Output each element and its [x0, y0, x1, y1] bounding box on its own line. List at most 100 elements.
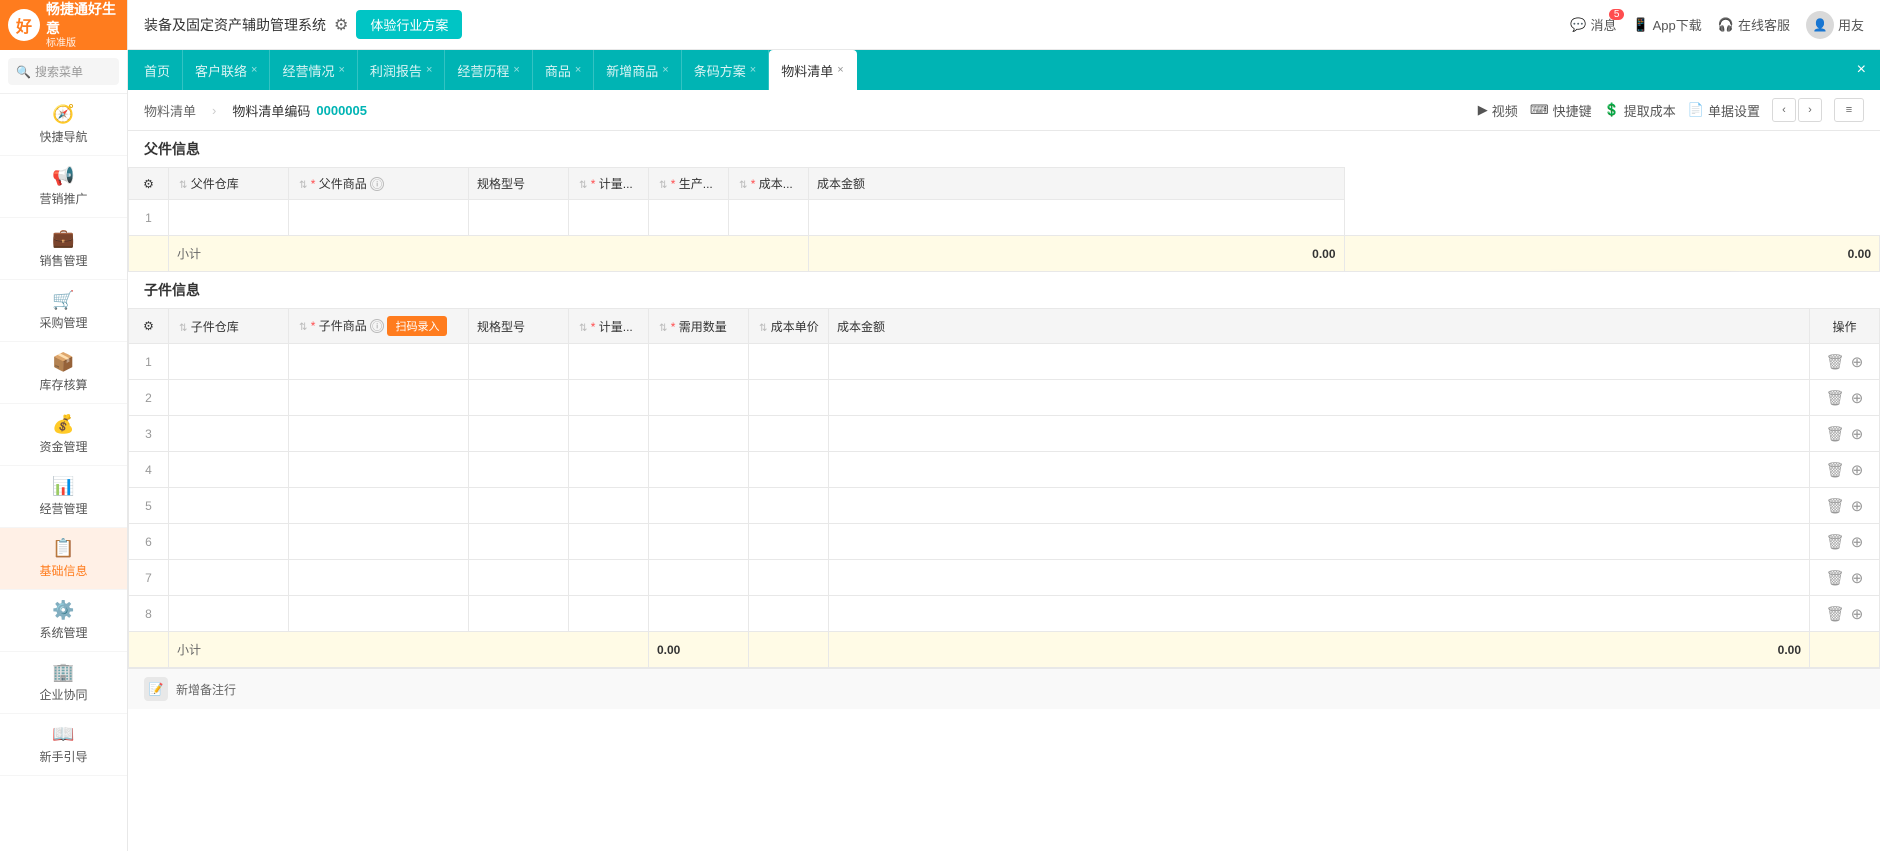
delete-row-icon-2[interactable]: 🗑 [1826, 389, 1845, 407]
list-view-button[interactable]: ≡ [1834, 98, 1864, 122]
delete-row-icon-3[interactable]: 🗑 [1826, 425, 1845, 443]
sidebar-item-inventory[interactable]: 📦 库存核算 [0, 342, 127, 404]
child-unit-cell-5[interactable] [569, 488, 649, 524]
copy-row-icon-7[interactable]: ⊕ [1851, 569, 1864, 587]
child-product-cell-7[interactable] [289, 560, 469, 596]
child-spec-cell-7[interactable] [469, 560, 569, 596]
child-amount-cell-5[interactable] [829, 488, 1810, 524]
tab-barcode[interactable]: 条码方案 × [682, 50, 769, 90]
tab-close-icon[interactable]: × [575, 64, 581, 76]
child-unit-cell-8[interactable] [569, 596, 649, 632]
online-service-button[interactable]: 🎧 在线客服 [1718, 15, 1790, 34]
add-remark-label[interactable]: 新增备注行 [176, 681, 236, 698]
child-warehouse-cell-3[interactable] [169, 416, 289, 452]
child-unit-cell-2[interactable] [569, 380, 649, 416]
child-qty-cell-3[interactable] [649, 416, 749, 452]
child-unitcost-cell-7[interactable] [749, 560, 829, 596]
sidebar-item-marketing[interactable]: 📢 营销推广 [0, 156, 127, 218]
child-warehouse-cell-5[interactable] [169, 488, 289, 524]
child-unitcost-cell-2[interactable] [749, 380, 829, 416]
tab-close-icon[interactable]: × [426, 64, 432, 76]
delete-row-icon-1[interactable]: 🗑 [1826, 353, 1845, 371]
delete-row-icon-7[interactable]: 🗑 [1826, 569, 1845, 587]
sidebar-item-quicknav[interactable]: 🧭 快捷导航 [0, 94, 127, 156]
child-spec-cell-8[interactable] [469, 596, 569, 632]
shortcut-button[interactable]: ⌨ 快捷键 [1530, 101, 1592, 120]
copy-row-icon-2[interactable]: ⊕ [1851, 389, 1864, 407]
child-product-cell-4[interactable] [289, 452, 469, 488]
child-unitcost-cell-5[interactable] [749, 488, 829, 524]
child-product-cell-8[interactable] [289, 596, 469, 632]
child-spec-cell-3[interactable] [469, 416, 569, 452]
sidebar-item-guide[interactable]: 📖 新手引导 [0, 714, 127, 776]
close-all-tabs-button[interactable]: × [1847, 61, 1876, 79]
delete-row-icon-5[interactable]: 🗑 [1826, 497, 1845, 515]
child-warehouse-cell-7[interactable] [169, 560, 289, 596]
parent-spec-cell[interactable] [469, 200, 569, 236]
child-warehouse-cell-8[interactable] [169, 596, 289, 632]
child-unit-cell-1[interactable] [569, 344, 649, 380]
tab-close-icon[interactable]: × [662, 64, 668, 76]
parent-product-cell[interactable] [289, 200, 469, 236]
tab-profit[interactable]: 利润报告 × [358, 50, 445, 90]
child-spec-cell-6[interactable] [469, 524, 569, 560]
child-warehouse-cell-2[interactable] [169, 380, 289, 416]
child-product-cell-3[interactable] [289, 416, 469, 452]
tab-close-icon[interactable]: × [837, 64, 843, 76]
message-button[interactable]: 💬 消息 5 [1570, 15, 1616, 34]
settings-col-icon[interactable]: ⚙ [143, 177, 154, 191]
child-product-cell-6[interactable] [289, 524, 469, 560]
child-qty-cell-8[interactable] [649, 596, 749, 632]
sidebar-item-sales[interactable]: 💼 销售管理 [0, 218, 127, 280]
scan-input-button[interactable]: 扫码录入 [387, 316, 447, 336]
child-unitcost-cell-4[interactable] [749, 452, 829, 488]
child-amount-cell-7[interactable] [829, 560, 1810, 596]
tab-goods[interactable]: 商品 × [533, 50, 594, 90]
child-spec-cell-1[interactable] [469, 344, 569, 380]
child-qty-cell-5[interactable] [649, 488, 749, 524]
tab-history[interactable]: 经营历程 × [445, 50, 532, 90]
parent-prod-cell[interactable] [649, 200, 729, 236]
sidebar-item-finance[interactable]: 💰 资金管理 [0, 404, 127, 466]
tab-customer[interactable]: 客户联络 × [183, 50, 270, 90]
sidebar-item-system[interactable]: ⚙️ 系统管理 [0, 590, 127, 652]
child-product-cell-2[interactable] [289, 380, 469, 416]
delete-row-icon-8[interactable]: 🗑 [1826, 605, 1845, 623]
child-amount-cell-6[interactable] [829, 524, 1810, 560]
copy-row-icon-4[interactable]: ⊕ [1851, 461, 1864, 479]
gear-settings-button[interactable]: ⚙ [334, 15, 348, 35]
prev-record-button[interactable]: ‹ [1772, 98, 1796, 122]
child-unit-cell-7[interactable] [569, 560, 649, 596]
child-qty-cell-6[interactable] [649, 524, 749, 560]
child-qty-cell-2[interactable] [649, 380, 749, 416]
child-spec-cell-5[interactable] [469, 488, 569, 524]
copy-row-icon-6[interactable]: ⊕ [1851, 533, 1864, 551]
extract-cost-button[interactable]: 💲 提取成本 [1604, 101, 1676, 120]
child-spec-cell-2[interactable] [469, 380, 569, 416]
parent-cost-cell[interactable] [729, 200, 809, 236]
child-qty-cell-4[interactable] [649, 452, 749, 488]
tab-close-icon[interactable]: × [338, 64, 344, 76]
copy-row-icon-5[interactable]: ⊕ [1851, 497, 1864, 515]
child-product-cell-1[interactable] [289, 344, 469, 380]
child-amount-cell-3[interactable] [829, 416, 1810, 452]
delete-row-icon-4[interactable]: 🗑 [1826, 461, 1845, 479]
bill-settings-button[interactable]: 📄 单据设置 [1688, 101, 1760, 120]
child-warehouse-cell-4[interactable] [169, 452, 289, 488]
child-qty-cell-1[interactable] [649, 344, 749, 380]
child-unitcost-cell-8[interactable] [749, 596, 829, 632]
child-amount-cell-4[interactable] [829, 452, 1810, 488]
user-avatar[interactable]: 👤 用友 [1806, 11, 1864, 39]
breadcrumb-bom-list[interactable]: 物料清单 [144, 101, 196, 120]
child-unit-cell-3[interactable] [569, 416, 649, 452]
sidebar-item-basic[interactable]: 📋 基础信息 [0, 528, 127, 590]
child-unitcost-cell-3[interactable] [749, 416, 829, 452]
sidebar-item-corp[interactable]: 🏢 企业协同 [0, 652, 127, 714]
copy-row-icon-1[interactable]: ⊕ [1851, 353, 1864, 371]
child-product-cell-5[interactable] [289, 488, 469, 524]
tab-bom[interactable]: 物料清单 × [769, 50, 856, 90]
child-amount-cell-8[interactable] [829, 596, 1810, 632]
child-product-info-icon[interactable]: ⓘ [370, 319, 384, 333]
tab-biz[interactable]: 经营情况 × [270, 50, 357, 90]
parent-amount-cell[interactable] [809, 200, 1345, 236]
